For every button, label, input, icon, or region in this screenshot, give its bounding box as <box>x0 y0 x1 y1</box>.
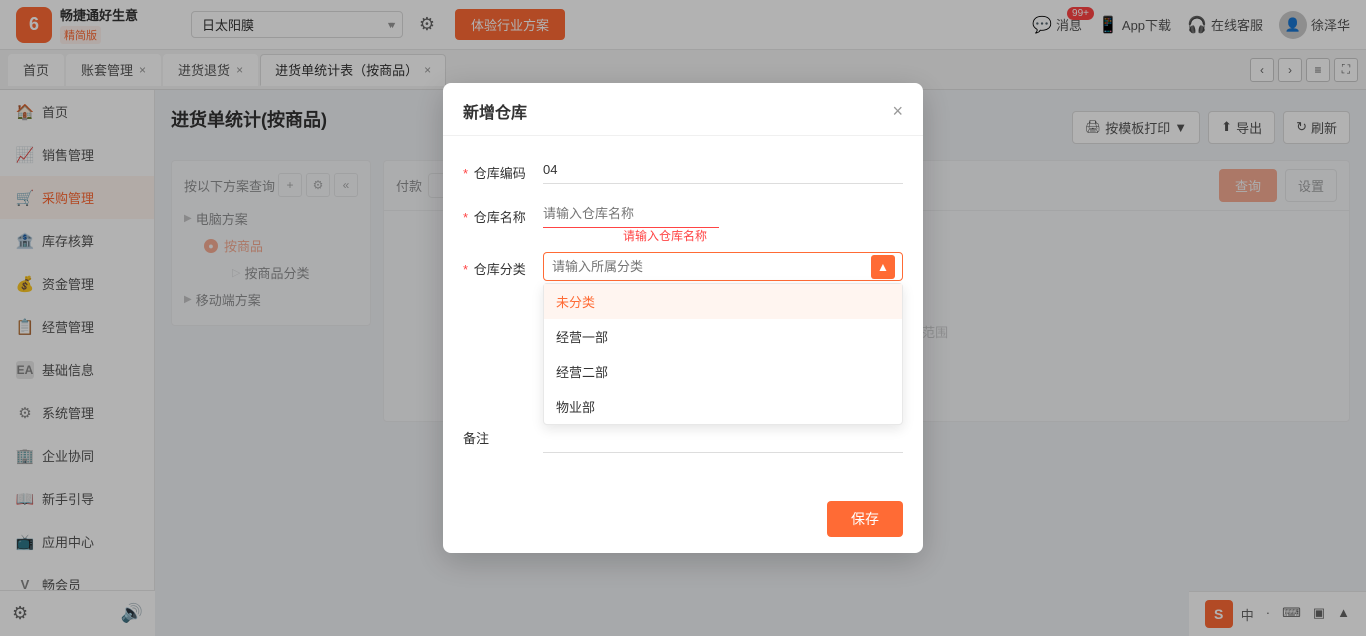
warehouse-name-row: * 仓库名称 请输入仓库名称 <box>463 200 903 228</box>
dropdown-item-dept3[interactable]: 物业部 <box>544 389 902 424</box>
modal-footer: 保存 <box>443 489 923 553</box>
warehouse-notes-input[interactable] <box>543 421 903 453</box>
warehouse-category-input-wrap: ▲ 未分类 经营一部 经营二部 物业部 <box>543 252 903 281</box>
category-arrow-button[interactable]: ▲ <box>871 255 895 279</box>
dropdown-item-dept2[interactable]: 经营二部 <box>544 354 902 389</box>
warehouse-name-input-wrap: 请输入仓库名称 <box>543 200 903 228</box>
modal-title: 新增仓库 <box>463 99 527 123</box>
warehouse-name-input[interactable] <box>543 200 719 228</box>
warehouse-notes-row: 备注 <box>463 421 903 453</box>
warehouse-category-input[interactable] <box>543 252 903 281</box>
modal-save-button[interactable]: 保存 <box>827 501 903 537</box>
add-warehouse-modal: 新增仓库 × * 仓库编码 * 仓库名称 请输入仓库名称 <box>443 83 923 553</box>
warehouse-name-error: 请输入仓库名称 <box>623 227 707 244</box>
warehouse-code-label: * 仓库编码 <box>463 156 543 182</box>
warehouse-category-label: * 仓库分类 <box>463 252 543 278</box>
modal-body: * 仓库编码 * 仓库名称 请输入仓库名称 * <box>443 136 923 489</box>
modal-close-button[interactable]: × <box>892 102 903 120</box>
warehouse-name-label: * 仓库名称 <box>463 200 543 226</box>
category-dropdown: 未分类 经营一部 经营二部 物业部 <box>543 283 903 425</box>
warehouse-category-row: * 仓库分类 ▲ 未分类 经营一部 经营二部 物业部 <box>463 252 903 281</box>
modal-overlay: 新增仓库 × * 仓库编码 * 仓库名称 请输入仓库名称 <box>0 0 1366 636</box>
modal-header: 新增仓库 × <box>443 83 923 136</box>
dropdown-item-unclassified[interactable]: 未分类 <box>544 284 902 319</box>
warehouse-code-row: * 仓库编码 <box>463 156 903 184</box>
dropdown-item-dept1[interactable]: 经营一部 <box>544 319 902 354</box>
warehouse-notes-label: 备注 <box>463 421 543 447</box>
warehouse-code-input[interactable] <box>543 156 903 184</box>
